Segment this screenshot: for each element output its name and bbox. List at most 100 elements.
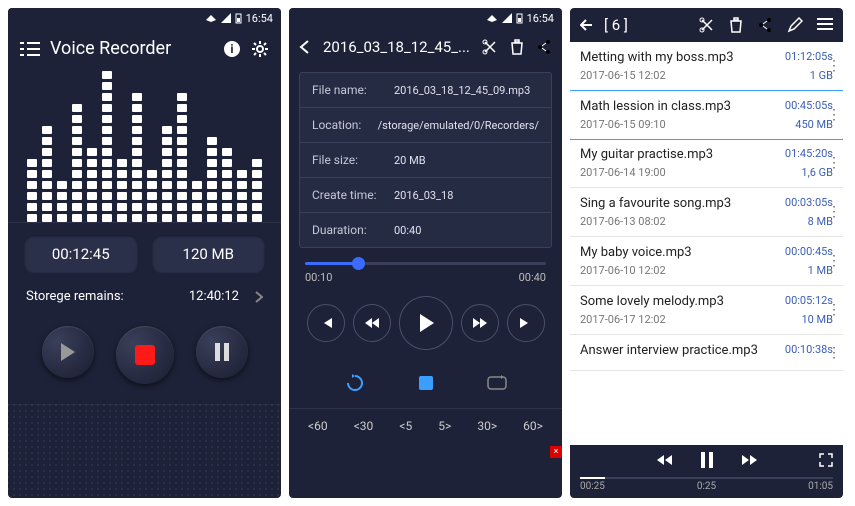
recording-item[interactable]: My baby voice.mp3 00:00:45s 2017-06-10 12:… xyxy=(570,237,843,286)
close-icon[interactable]: × xyxy=(550,446,562,458)
filesize-value: 20 MB xyxy=(394,154,426,167)
mini-total: 01:05 xyxy=(808,481,833,492)
recording-item[interactable]: Sing a favourite song.mp300:03:05s2017-0… xyxy=(570,188,843,237)
status-time: 16:54 xyxy=(527,12,554,25)
header: 2016_03_18_12_45_... xyxy=(289,28,562,66)
equalizer xyxy=(8,73,281,223)
cut-icon[interactable] xyxy=(482,39,498,55)
app-title: Voice Recorder xyxy=(50,38,213,59)
recording-item[interactable]: Answer interview practice.mp300:10:38s⋮ xyxy=(570,335,843,371)
rec-title: My baby voice.mp3 xyxy=(580,245,692,260)
rec-duration: 00:10:38s xyxy=(785,343,833,358)
pause-button[interactable] xyxy=(699,451,715,469)
elapsed-time: 00:12:45 xyxy=(24,235,138,273)
chevron-right-icon[interactable] xyxy=(255,291,263,303)
more-icon[interactable]: ⋮ xyxy=(827,259,841,263)
speaker-grille xyxy=(8,404,281,498)
remain-value: 12:40:12 xyxy=(189,289,239,304)
rec-duration: 00:03:05s xyxy=(785,196,833,211)
duration-label: Duaration: xyxy=(312,223,394,237)
rec-title: Math lession in class.mp3 xyxy=(580,99,731,114)
expand-icon[interactable] xyxy=(819,453,833,467)
skip-start-button[interactable] xyxy=(307,304,345,342)
delete-icon[interactable] xyxy=(510,39,524,55)
rec-date: 2017-06-15 12:02 xyxy=(580,69,666,82)
rec-date: 2017-06-17 12:02 xyxy=(580,313,666,326)
seek-slider[interactable] xyxy=(289,254,562,267)
status-time: 16:54 xyxy=(246,12,273,25)
time-row: 00:10 00:40 xyxy=(289,267,562,288)
rec-duration: 00:05:12s xyxy=(785,294,833,309)
rewind-button[interactable] xyxy=(353,304,391,342)
stop-button[interactable] xyxy=(409,366,443,400)
skip-60>[interactable]: 60> xyxy=(523,419,543,433)
more-icon[interactable]: ⋮ xyxy=(827,113,841,117)
total: 00:40 xyxy=(519,271,546,284)
pause-button[interactable] xyxy=(196,326,248,378)
skip-30>[interactable]: 30> xyxy=(477,419,497,433)
share-icon[interactable] xyxy=(757,17,773,33)
wifi-icon xyxy=(486,13,498,23)
skip-5>[interactable]: 5> xyxy=(438,419,451,433)
recording-item[interactable]: My guitar practise.mp301:45:20s2017-06-1… xyxy=(570,139,843,188)
list-screen: [ 6 ] Metting with my boss.mp301:12:05s2… xyxy=(570,8,843,498)
skip-<30[interactable]: <30 xyxy=(354,419,374,433)
skip-end-button[interactable] xyxy=(507,304,545,342)
signal-icon xyxy=(502,13,512,23)
svg-text:i: i xyxy=(230,42,233,56)
filename-value: 2016_03_18_12_45_09.mp3 xyxy=(394,84,530,97)
info-icon[interactable]: i xyxy=(223,40,241,58)
more-icon[interactable]: ⋮ xyxy=(827,64,841,68)
battery-icon xyxy=(235,13,242,24)
signal-icon xyxy=(221,13,231,23)
more-icon[interactable]: ⋮ xyxy=(827,210,841,214)
more-icon[interactable]: ⋮ xyxy=(827,351,841,355)
play-button[interactable] xyxy=(42,326,94,378)
recording-item[interactable]: Math lession in class.mp300:45:05s2017-0… xyxy=(570,90,843,140)
menu-icon[interactable] xyxy=(817,17,833,31)
more-icon[interactable]: ⋮ xyxy=(827,308,841,312)
rec-date: 2017-06-15 09:10 xyxy=(580,118,666,131)
back-icon[interactable] xyxy=(299,40,313,54)
extra-controls xyxy=(289,358,562,408)
rec-duration: 01:45:20s xyxy=(785,147,833,162)
record-button[interactable] xyxy=(116,326,174,384)
recorder-screen: 16:54 Voice Recorder i 00:12:45 120 MB S… xyxy=(8,8,281,498)
play-button[interactable] xyxy=(399,296,453,350)
cut-icon[interactable] xyxy=(699,17,715,33)
recording-item[interactable]: Metting with my boss.mp301:12:05s2017-06… xyxy=(570,42,843,91)
settings-icon[interactable] xyxy=(251,40,269,58)
mini-seek[interactable] xyxy=(580,477,833,479)
delete-icon[interactable] xyxy=(729,17,743,33)
filename: 2016_03_18_12_45_... xyxy=(323,38,472,56)
back-icon[interactable] xyxy=(580,18,594,32)
rec-duration: 00:00:45s xyxy=(785,245,833,260)
file-info: File name:2016_03_18_12_45_09.mp3 Locati… xyxy=(299,72,552,248)
replay-button[interactable] xyxy=(338,366,372,400)
recordings-list[interactable]: Metting with my boss.mp301:12:05s2017-06… xyxy=(570,42,843,445)
duration-value: 00:40 xyxy=(394,224,421,237)
forward-button[interactable] xyxy=(461,304,499,342)
remain-label: Storege remains: xyxy=(26,289,124,304)
position: 00:10 xyxy=(305,271,332,284)
skip-<5[interactable]: <5 xyxy=(399,419,412,433)
rewind-button[interactable] xyxy=(655,453,673,467)
rec-date: 2017-06-14 19:00 xyxy=(580,166,666,179)
mini-pos: 00:25 xyxy=(580,481,605,492)
mini-elapsed: 0:25 xyxy=(697,481,716,492)
menu-icon[interactable] xyxy=(20,41,40,57)
edit-icon[interactable] xyxy=(787,17,803,33)
created-label: Create time: xyxy=(312,188,394,202)
status-bar: 16:54 xyxy=(289,8,562,28)
recording-item[interactable]: Some lovely melody.mp300:05:12s2017-06-1… xyxy=(570,286,843,335)
rec-duration: 01:12:05s xyxy=(785,50,833,65)
loop-button[interactable] xyxy=(480,366,514,400)
more-icon[interactable]: ⋮ xyxy=(827,161,841,165)
rec-date: 2017-06-10 12:02 xyxy=(580,264,666,277)
forward-button[interactable] xyxy=(741,453,759,467)
header: Voice Recorder i xyxy=(8,28,281,69)
share-icon[interactable] xyxy=(536,39,552,55)
transport-controls xyxy=(289,288,562,358)
skip-<60[interactable]: <60 xyxy=(308,419,328,433)
status-bar: 16:54 xyxy=(8,8,281,28)
